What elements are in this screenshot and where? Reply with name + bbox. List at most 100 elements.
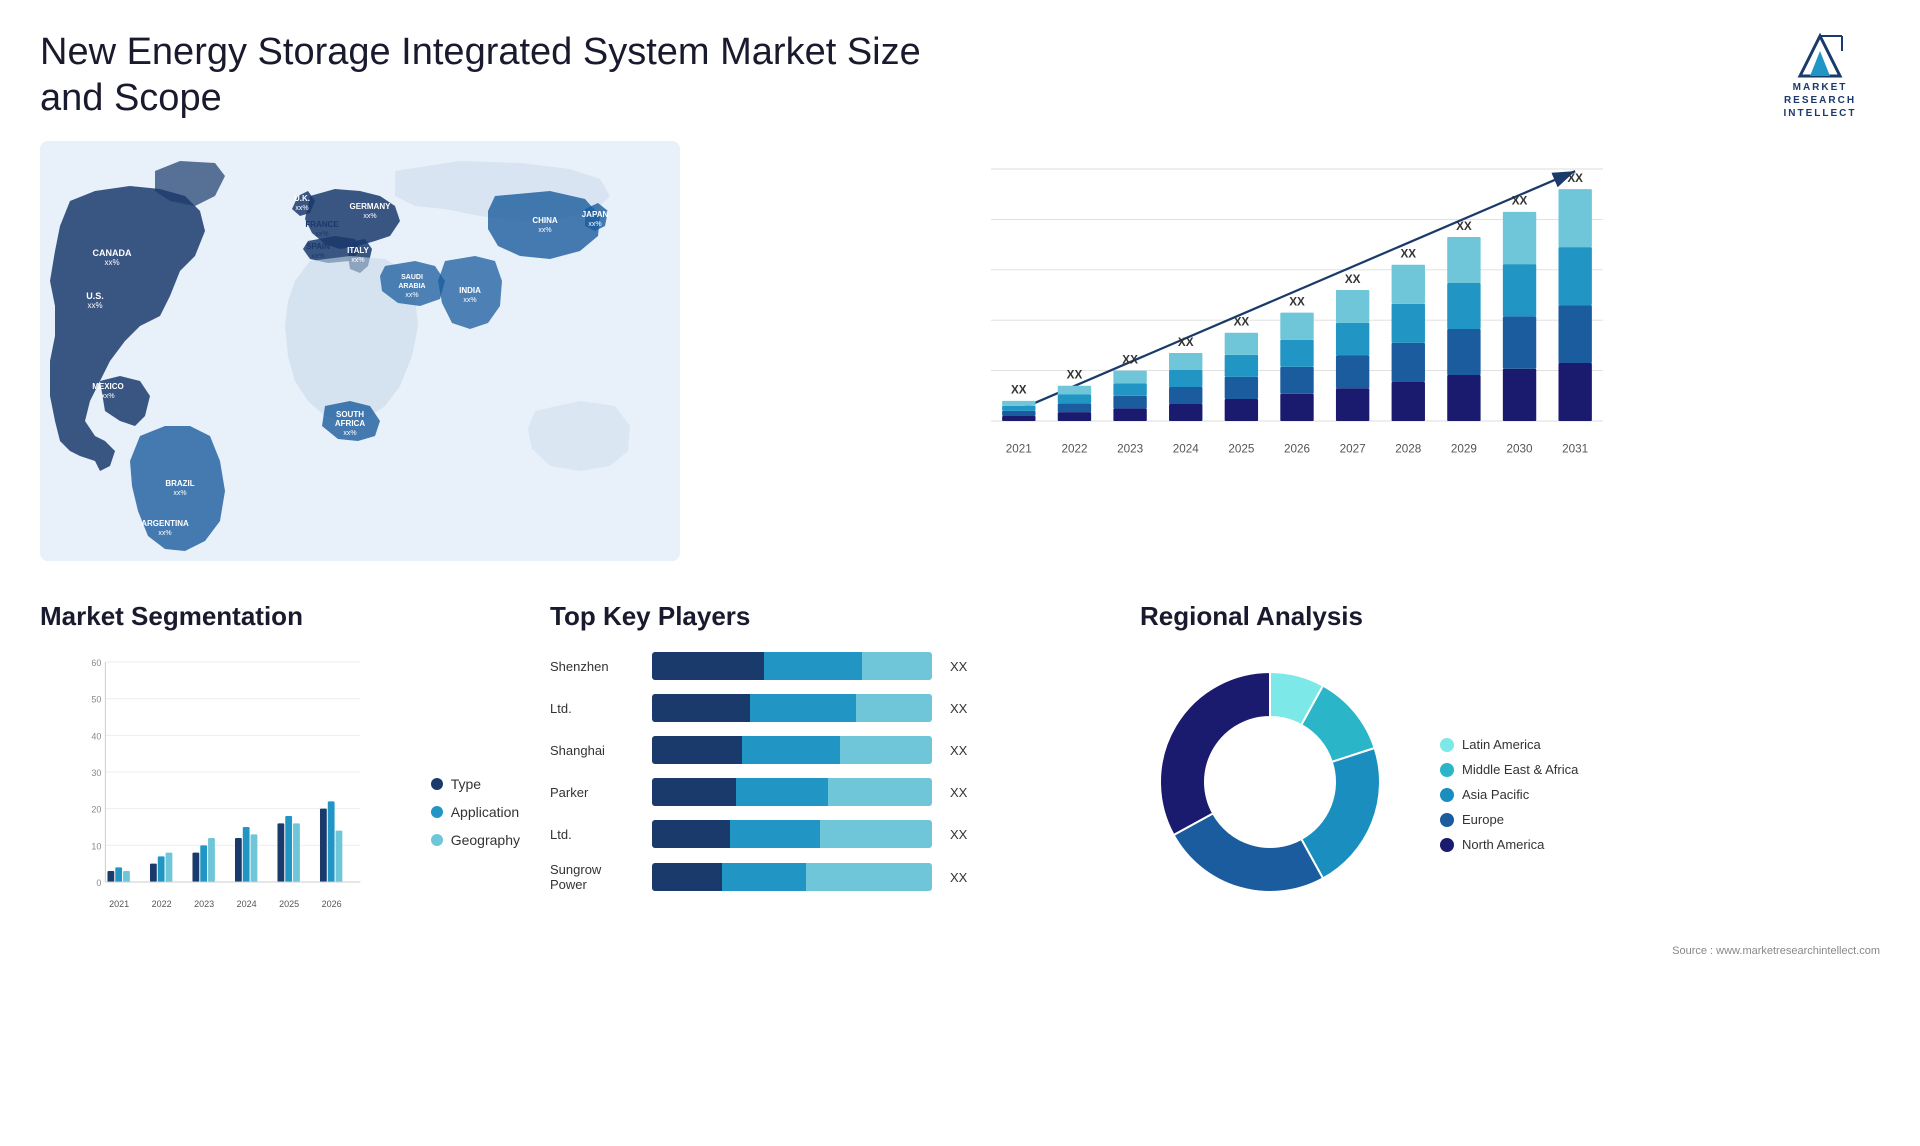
player-row: ShanghaiXX — [550, 736, 1110, 764]
svg-text:xx%: xx% — [463, 297, 476, 304]
bar-segment — [820, 820, 932, 848]
regional-dot — [1440, 838, 1454, 852]
svg-text:CANADA: CANADA — [93, 248, 132, 258]
bar-segment — [736, 778, 828, 806]
regional-title: Regional Analysis — [1140, 601, 1880, 632]
svg-text:10: 10 — [91, 842, 101, 852]
svg-text:XX: XX — [1567, 172, 1583, 185]
svg-text:U.S.: U.S. — [86, 291, 104, 301]
bar-segment — [652, 820, 730, 848]
svg-text:2022: 2022 — [1061, 443, 1087, 456]
svg-text:xx%: xx% — [101, 393, 114, 400]
bar-segment — [652, 652, 764, 680]
regional-legend-item: Asia Pacific — [1440, 787, 1578, 802]
player-value: XX — [950, 659, 967, 674]
svg-text:xx%: xx% — [351, 257, 364, 264]
player-value: XX — [950, 701, 967, 716]
svg-text:2031: 2031 — [1562, 443, 1588, 456]
donut-chart — [1140, 652, 1420, 937]
regional-legend-item: Middle East & Africa — [1440, 762, 1578, 777]
svg-text:2030: 2030 — [1507, 443, 1534, 456]
svg-text:2023: 2023 — [194, 899, 214, 909]
svg-text:BRAZIL: BRAZIL — [165, 479, 194, 488]
svg-text:2025: 2025 — [279, 899, 299, 909]
svg-text:2021: 2021 — [1006, 443, 1032, 456]
legend-item: Application — [431, 804, 520, 820]
player-name: Ltd. — [550, 701, 640, 716]
svg-text:XX: XX — [1400, 248, 1416, 261]
svg-text:XX: XX — [1512, 195, 1528, 208]
source-text: Source : www.marketresearchintellect.com — [1140, 945, 1880, 957]
legend-dot — [431, 806, 443, 818]
player-name: Shenzhen — [550, 659, 640, 674]
bar-segment — [856, 694, 932, 722]
svg-text:xx%: xx% — [315, 231, 328, 238]
regional-dot — [1440, 788, 1454, 802]
bar-segment — [764, 652, 862, 680]
svg-text:XX: XX — [1234, 316, 1250, 329]
svg-text:U.K.: U.K. — [294, 194, 310, 203]
logo-text2: RESEARCH — [1784, 94, 1857, 107]
players-list: ShenzhenXXLtd.XXShanghaiXXParkerXXLtd.XX… — [550, 652, 1110, 892]
donut-svg — [1140, 652, 1420, 932]
svg-text:SAUDI: SAUDI — [401, 274, 423, 281]
svg-text:MEXICO: MEXICO — [92, 382, 124, 391]
logo-text3: INTELLECT — [1784, 107, 1857, 120]
seg-chart-svg-container: 0102030405060202120222023202420252026 — [40, 652, 401, 972]
segmentation-section: Market Segmentation 01020304050602021202… — [40, 601, 520, 1051]
svg-text:2024: 2024 — [237, 899, 257, 909]
svg-text:2024: 2024 — [1173, 443, 1200, 456]
svg-text:2026: 2026 — [322, 899, 342, 909]
bar-segment — [806, 863, 932, 891]
bar-segment — [652, 694, 750, 722]
svg-text:INDIA: INDIA — [459, 286, 481, 295]
legend-label: Type — [451, 776, 481, 792]
regional-label: North America — [1462, 837, 1544, 852]
svg-text:2027: 2027 — [1340, 443, 1366, 456]
player-name: Ltd. — [550, 827, 640, 842]
regional-container: Latin America Middle East & Africa Asia Pa… — [1140, 652, 1880, 937]
svg-text:2025: 2025 — [1228, 443, 1255, 456]
bottom-section: Market Segmentation 01020304050602021202… — [40, 601, 1880, 1051]
bar-chart-area: XX2021XX2022XX2023XX2024XX2025XX2026XX20… — [710, 141, 1880, 561]
svg-text:GERMANY: GERMANY — [350, 202, 392, 211]
svg-text:20: 20 — [91, 805, 101, 815]
svg-text:JAPAN: JAPAN — [582, 210, 609, 219]
bar-segment — [862, 652, 932, 680]
bar-segment — [840, 736, 932, 764]
regional-label: Asia Pacific — [1462, 787, 1529, 802]
player-bar — [652, 778, 932, 806]
world-map: CANADA xx% U.S. xx% MEXICO xx% BRAZIL xx… — [40, 141, 680, 561]
svg-text:xx%: xx% — [295, 205, 308, 212]
svg-text:SOUTH: SOUTH — [336, 410, 364, 419]
player-row: Ltd.XX — [550, 820, 1110, 848]
svg-text:0: 0 — [96, 878, 101, 888]
svg-text:xx%: xx% — [173, 490, 186, 497]
player-bar — [652, 652, 932, 680]
svg-text:xx%: xx% — [363, 213, 376, 220]
svg-text:XX: XX — [1178, 336, 1194, 349]
regional-legend-item: Latin America — [1440, 737, 1578, 752]
regional-section: Regional Analysis Latin America Middle Ea… — [1140, 601, 1880, 1051]
svg-text:ARGENTINA: ARGENTINA — [141, 519, 189, 528]
top-section: CANADA xx% U.S. xx% MEXICO xx% BRAZIL xx… — [40, 141, 1880, 561]
svg-text:60: 60 — [91, 658, 101, 668]
regional-label: Latin America — [1462, 737, 1541, 752]
regional-dot — [1440, 813, 1454, 827]
svg-text:2021: 2021 — [109, 899, 129, 909]
svg-text:2029: 2029 — [1451, 443, 1477, 456]
svg-text:2022: 2022 — [152, 899, 172, 909]
svg-text:xx%: xx% — [87, 301, 102, 310]
player-bar — [652, 820, 932, 848]
svg-text:2023: 2023 — [1117, 443, 1143, 456]
map-svg: CANADA xx% U.S. xx% MEXICO xx% BRAZIL xx… — [40, 141, 680, 561]
svg-text:xx%: xx% — [538, 227, 551, 234]
players-title: Top Key Players — [550, 601, 1110, 632]
player-value: XX — [950, 870, 967, 885]
svg-text:CHINA: CHINA — [532, 216, 558, 225]
svg-text:XX: XX — [1122, 354, 1138, 367]
page-header: New Energy Storage Integrated System Mar… — [40, 30, 1880, 121]
svg-text:xx%: xx% — [588, 221, 601, 228]
svg-text:2028: 2028 — [1395, 443, 1421, 456]
logo-area: MARKET RESEARCH INTELLECT — [1760, 30, 1880, 120]
